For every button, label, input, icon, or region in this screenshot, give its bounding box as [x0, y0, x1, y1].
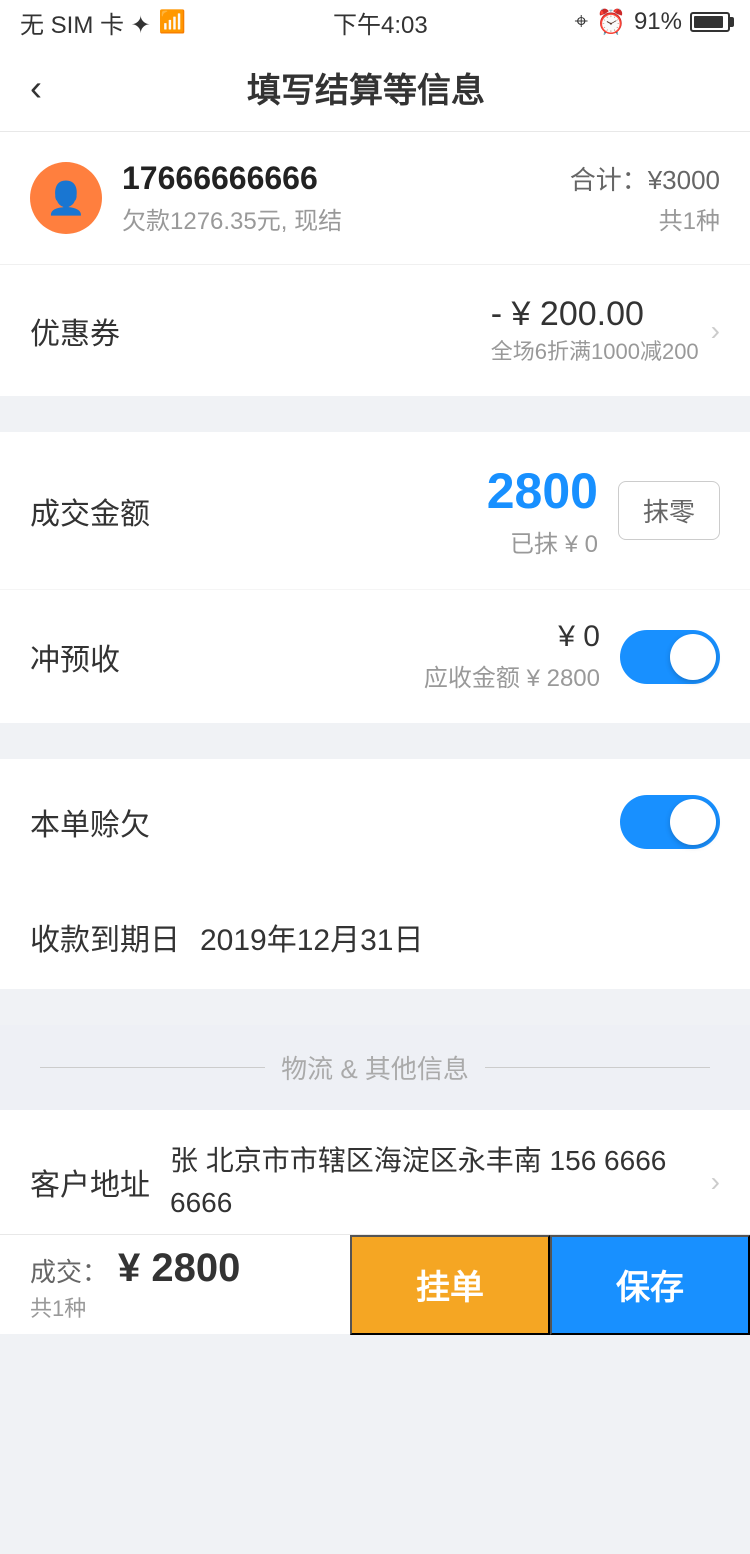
- logistics-divider: 物流 & 其他信息: [0, 1025, 750, 1110]
- chongyu-toggle[interactable]: [620, 630, 720, 684]
- address-label: 客户地址: [30, 1160, 150, 1204]
- chongyu-sub: 应收金额 ¥ 2800: [424, 658, 600, 693]
- summary-amount: ¥ 2800: [118, 1246, 240, 1291]
- coupon-label: 优惠券: [30, 309, 120, 353]
- status-left: 无 SIM 卡 ✦ 📶: [20, 5, 186, 40]
- user-phone: 17666666666: [122, 160, 342, 197]
- user-right: 合计：¥3000 共1种: [570, 160, 720, 236]
- address-row[interactable]: 客户地址 张 北京市市辖区海淀区永丰南 156 6666 6666 ›: [0, 1110, 750, 1254]
- user-info: 17666666666 欠款1276.35元, 现结: [122, 160, 342, 236]
- chongyu-label: 冲预收: [30, 635, 120, 679]
- address-value: 张 北京市市辖区海淀区永丰南 156 6666 6666: [170, 1140, 711, 1224]
- alarm-icon: ⏰: [596, 8, 626, 37]
- section-separator-1: [0, 412, 750, 432]
- trade-amount-info: 2800 已抹 ¥ 0: [487, 462, 598, 559]
- battery-percent: 91%: [634, 8, 682, 36]
- hang-button[interactable]: 挂单: [350, 1235, 550, 1335]
- chongyu-row: 冲预收 ¥ 0 应收金额 ¥ 2800: [0, 590, 750, 723]
- summary-count: 共1种: [30, 1291, 320, 1323]
- divider-line-left: [40, 1067, 265, 1068]
- location-icon: ⌖: [575, 8, 589, 36]
- coupon-right: - ¥ 200.00 全场6折满1000减200 ›: [491, 295, 720, 366]
- chongyu-top: 冲预收 ¥ 0 应收金额 ¥ 2800: [30, 620, 720, 693]
- debit-label: 本单赊欠: [30, 800, 150, 844]
- address-chevron-icon: ›: [711, 1166, 720, 1198]
- section-separator-3: [0, 1005, 750, 1025]
- total-count: 共1种: [570, 201, 720, 236]
- trade-amount-value: 2800: [487, 462, 598, 520]
- debit-card: 本单赊欠 收款到期日 2019年12月31日: [0, 759, 750, 989]
- coupon-amount: - ¥ 200.00: [491, 295, 699, 334]
- total-label: 合计：¥3000: [570, 160, 720, 197]
- round-button[interactable]: 抹零: [618, 481, 720, 540]
- date-label: 收款到期日: [30, 915, 180, 959]
- debit-toggle-knob: [670, 799, 716, 845]
- trade-amount-card: 成交金额 2800 已抹 ¥ 0 抹零 冲预收 ¥ 0 应收金额 ¥ 2800: [0, 432, 750, 723]
- status-bar: 无 SIM 卡 ✦ 📶 下午4:03 ⌖ ⏰ 91%: [0, 0, 750, 44]
- trade-amount-right: 2800 已抹 ¥ 0 抹零: [487, 462, 720, 559]
- status-time: 下午4:03: [333, 5, 428, 40]
- coupon-row[interactable]: 优惠券 - ¥ 200.00 全场6折满1000减200 ›: [0, 265, 750, 396]
- date-value: 2019年12月31日: [200, 915, 423, 959]
- user-row: 👤 17666666666 欠款1276.35元, 现结 合计：¥3000 共1…: [0, 132, 750, 265]
- divider-line-right: [485, 1067, 710, 1068]
- summary-label: 成交：: [30, 1252, 108, 1289]
- nav-bar: ‹ 填写结算等信息: [0, 44, 750, 132]
- back-button[interactable]: ‹: [30, 67, 42, 109]
- page-title: 填写结算等信息: [62, 63, 670, 112]
- section-separator-2: [0, 739, 750, 759]
- chongyu-amounts: ¥ 0 应收金额 ¥ 2800: [424, 620, 600, 693]
- user-card: 👤 17666666666 欠款1276.35元, 现结 合计：¥3000 共1…: [0, 132, 750, 396]
- chevron-right-icon: ›: [711, 315, 720, 347]
- user-sub: 欠款1276.35元, 现结: [122, 201, 342, 236]
- avatar-icon: 👤: [46, 179, 86, 217]
- wifi-icon: 📶: [159, 9, 186, 35]
- status-right: ⌖ ⏰ 91%: [575, 8, 730, 37]
- summary-main: 成交： ¥ 2800: [30, 1246, 320, 1291]
- trade-amount-sub: 已抹 ¥ 0: [487, 524, 598, 559]
- trade-amount-row: 成交金额 2800 已抹 ¥ 0 抹零: [0, 432, 750, 590]
- logistics-text: 物流 & 其他信息: [281, 1049, 469, 1086]
- debit-toggle[interactable]: [620, 795, 720, 849]
- chongyu-amount: ¥ 0: [424, 620, 600, 654]
- chongyu-right: ¥ 0 应收金额 ¥ 2800: [424, 620, 720, 693]
- coupon-sub: 全场6折满1000减200: [491, 334, 699, 366]
- toggle-knob: [670, 634, 716, 680]
- bottom-bar: 成交： ¥ 2800 共1种 挂单 保存: [0, 1234, 750, 1334]
- avatar: 👤: [30, 162, 102, 234]
- date-row: 收款到期日 2019年12月31日: [0, 885, 750, 989]
- user-left: 👤 17666666666 欠款1276.35元, 现结: [30, 160, 342, 236]
- main-content: 👤 17666666666 欠款1276.35元, 现结 合计：¥3000 共1…: [0, 132, 750, 1554]
- save-button[interactable]: 保存: [550, 1235, 750, 1335]
- sim-label: 无 SIM 卡 ✦: [20, 5, 151, 40]
- debit-row: 本单赊欠: [0, 759, 750, 885]
- bottom-summary: 成交： ¥ 2800 共1种: [0, 1246, 350, 1323]
- coupon-info: - ¥ 200.00 全场6折满1000减200: [491, 295, 699, 366]
- trade-amount-label: 成交金额: [30, 489, 150, 533]
- battery-icon: [690, 12, 730, 32]
